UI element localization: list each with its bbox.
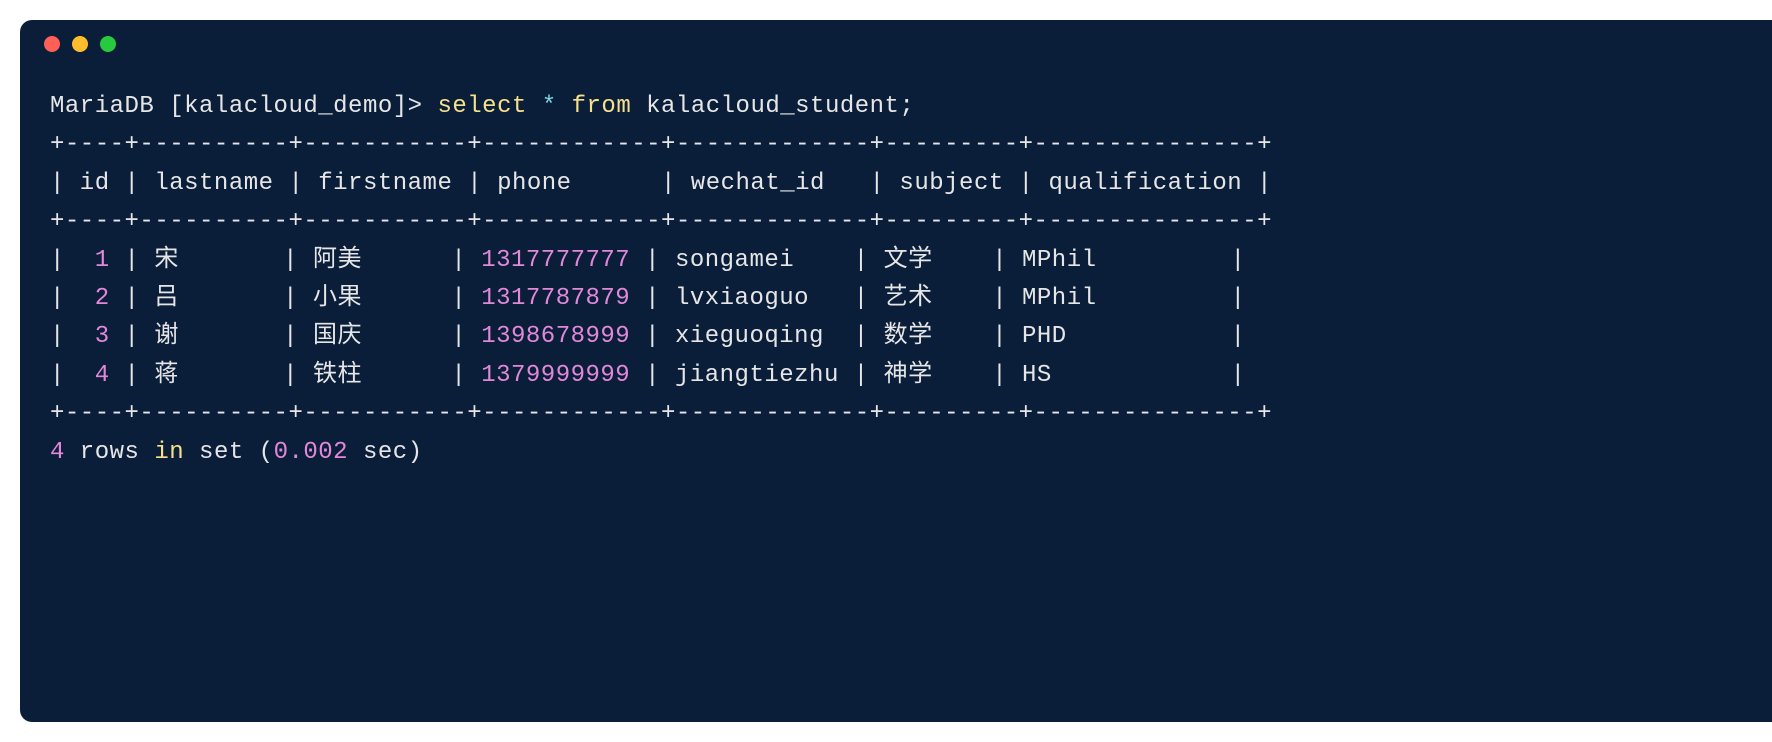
cell-wechat: xieguoqing bbox=[675, 323, 824, 350]
table-row: | 2 | 吕 | 小果 | 1317787879 | lvxiaoguo | … bbox=[50, 285, 1246, 312]
table-row: | 3 | 谢 | 国庆 | 1398678999 | xieguoqing |… bbox=[50, 323, 1246, 350]
terminal-window: MariaDB [kalacloud_demo]> select * from … bbox=[20, 20, 1772, 722]
cell-subject: 神学 bbox=[884, 362, 933, 389]
minimize-icon[interactable] bbox=[72, 36, 88, 52]
footer-keyword-in: in bbox=[154, 439, 184, 466]
cell-lastname: 蒋 bbox=[154, 362, 179, 389]
cell-qualification: MPhil bbox=[1022, 285, 1097, 312]
cell-subject: 艺术 bbox=[884, 285, 933, 312]
cell-phone: 1398678999 bbox=[481, 323, 630, 350]
cell-subject: 数学 bbox=[884, 323, 933, 350]
cell-id: 3 bbox=[95, 323, 110, 350]
prompt-prefix: MariaDB [kalacloud_demo]> bbox=[50, 93, 437, 120]
cell-qualification: PHD bbox=[1022, 323, 1067, 350]
cell-subject: 文学 bbox=[884, 247, 933, 274]
cell-firstname: 国庆 bbox=[313, 323, 362, 350]
cell-qualification: HS bbox=[1022, 362, 1052, 389]
cell-wechat: lvxiaoguo bbox=[675, 285, 809, 312]
cell-phone: 1379999999 bbox=[481, 362, 630, 389]
table-header: | id | lastname | firstname | phone | we… bbox=[50, 170, 1272, 197]
cell-phone: 1317777777 bbox=[481, 247, 630, 274]
table-row: | 4 | 蒋 | 铁柱 | 1379999999 | jiangtiezhu … bbox=[50, 362, 1246, 389]
terminal-content[interactable]: MariaDB [kalacloud_demo]> select * from … bbox=[20, 68, 1772, 492]
footer-text: rows bbox=[65, 439, 154, 466]
sql-star: * bbox=[527, 93, 572, 120]
cell-firstname: 小果 bbox=[313, 285, 362, 312]
footer-text: set ( bbox=[184, 439, 273, 466]
sql-keyword-from: from bbox=[572, 93, 632, 120]
row-count: 4 bbox=[50, 439, 65, 466]
cell-id: 1 bbox=[95, 247, 110, 274]
close-icon[interactable] bbox=[44, 36, 60, 52]
maximize-icon[interactable] bbox=[100, 36, 116, 52]
query-time: 0.002 bbox=[274, 439, 349, 466]
cell-lastname: 谢 bbox=[154, 323, 179, 350]
cell-wechat: songamei bbox=[675, 247, 794, 274]
table-row: | 1 | 宋 | 阿美 | 1317777777 | songamei | 文… bbox=[50, 247, 1246, 274]
sql-keyword-select: select bbox=[437, 93, 526, 120]
cell-wechat: jiangtiezhu bbox=[675, 362, 839, 389]
cell-lastname: 吕 bbox=[154, 285, 179, 312]
cell-id: 2 bbox=[95, 285, 110, 312]
table-border-top: +----+----------+-----------+-----------… bbox=[50, 131, 1272, 158]
footer-text: sec) bbox=[348, 439, 423, 466]
cell-firstname: 阿美 bbox=[313, 247, 362, 274]
cell-qualification: MPhil bbox=[1022, 247, 1097, 274]
table-border-mid: +----+----------+-----------+-----------… bbox=[50, 208, 1272, 235]
sql-table-name: kalacloud_student; bbox=[631, 93, 914, 120]
cell-phone: 1317787879 bbox=[481, 285, 630, 312]
cell-firstname: 铁柱 bbox=[313, 362, 362, 389]
title-bar bbox=[20, 20, 1772, 68]
cell-id: 4 bbox=[95, 362, 110, 389]
cell-lastname: 宋 bbox=[154, 247, 179, 274]
table-border-bottom: +----+----------+-----------+-----------… bbox=[50, 400, 1272, 427]
